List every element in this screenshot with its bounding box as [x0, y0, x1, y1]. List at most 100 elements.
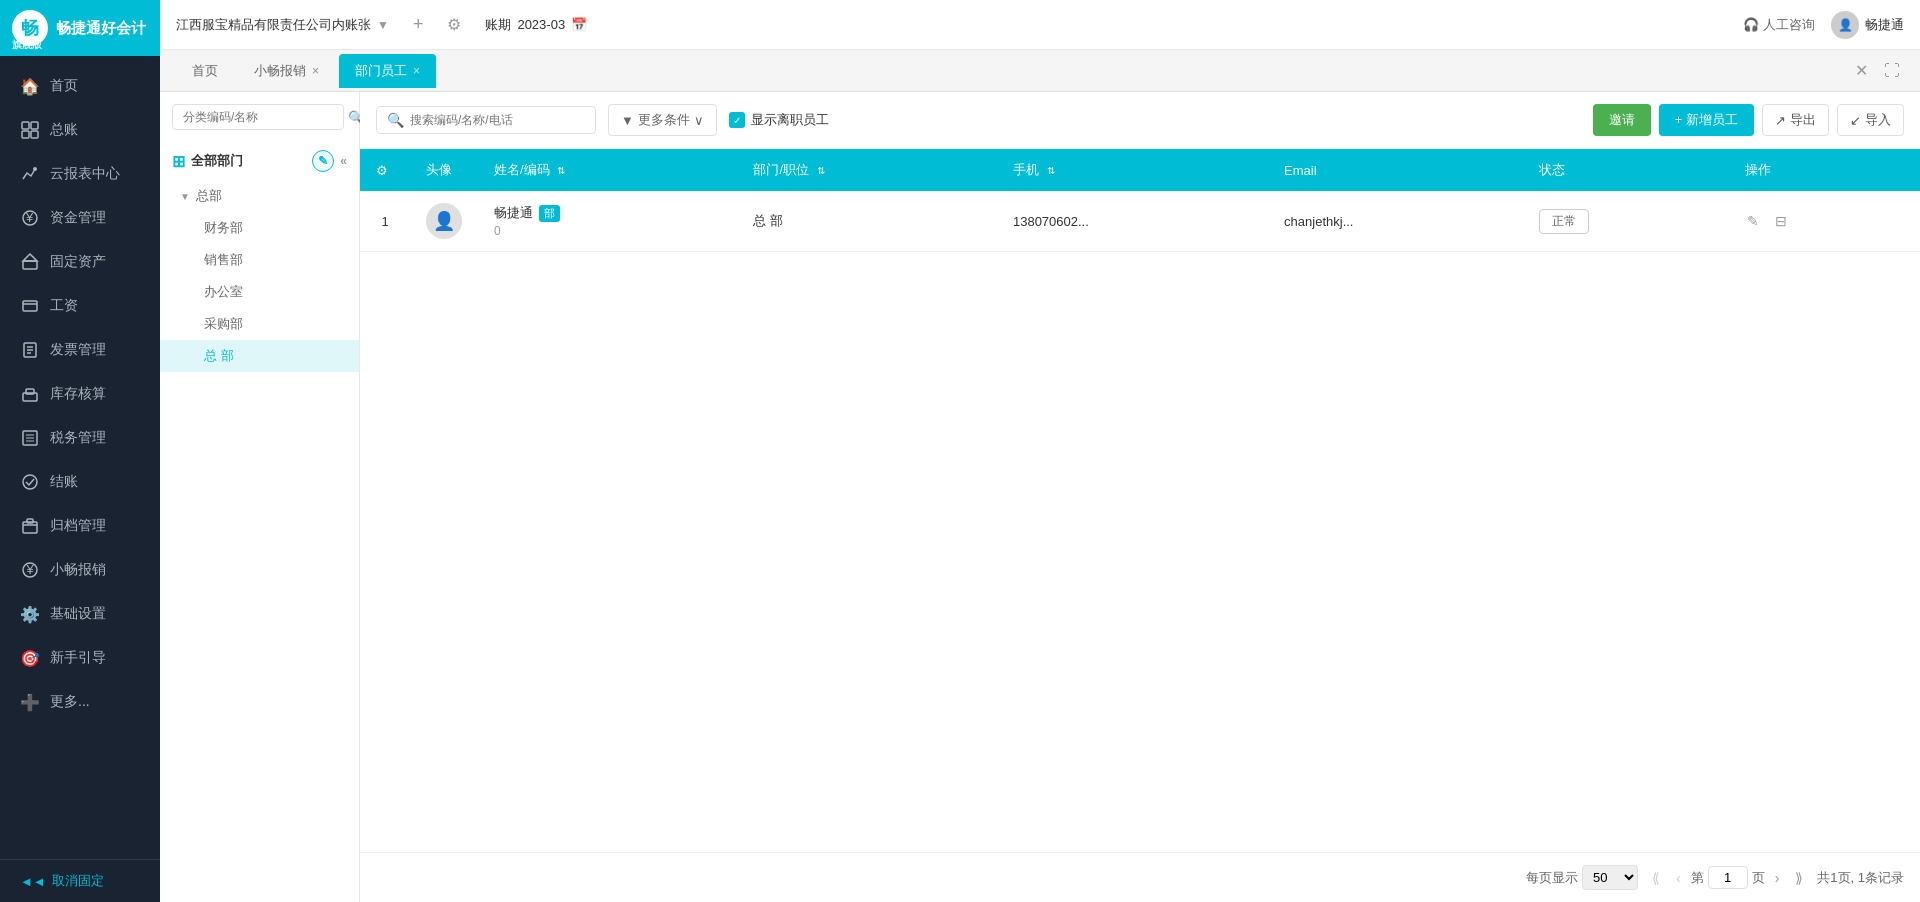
- tab-report-close[interactable]: ×: [312, 64, 319, 78]
- th-dept[interactable]: 部门/职位 ⇅: [737, 149, 996, 191]
- help-btn[interactable]: 🎧 人工咨询: [1743, 16, 1815, 34]
- invite-btn[interactable]: 邀请: [1593, 104, 1651, 136]
- dept-child-general[interactable]: 总 部: [160, 340, 359, 372]
- topbar-right: 🎧 人工咨询 👤 畅捷通: [1743, 11, 1904, 39]
- user-name: 畅捷通: [1865, 16, 1904, 34]
- closing-icon: [20, 472, 40, 492]
- unpin-label: 取消固定: [52, 872, 104, 890]
- sidebar-item-archive[interactable]: 归档管理: [0, 504, 160, 548]
- table-footer: 每页显示 50 100 200 ⟪ ‹ 第 页 ›: [360, 852, 1920, 902]
- dept-all[interactable]: ⊞ 全部部门 ✎ «: [160, 142, 359, 180]
- sidebar-item-label: 工资: [50, 297, 78, 315]
- svg-text:¥: ¥: [26, 562, 35, 577]
- sidebar-item-guide[interactable]: 🎯 新手引导: [0, 636, 160, 680]
- add-employee-btn[interactable]: + 新增员工: [1659, 104, 1754, 136]
- svg-rect-3: [31, 131, 38, 138]
- tab-report[interactable]: 小畅报销 ×: [238, 54, 335, 88]
- period-label: 账期: [485, 16, 511, 34]
- next-page-btn[interactable]: ›: [1769, 868, 1786, 888]
- user-menu[interactable]: 👤 畅捷通: [1831, 11, 1904, 39]
- sidebar-item-more[interactable]: ➕ 更多...: [0, 680, 160, 724]
- sidebar-item-fixed[interactable]: 固定资产: [0, 240, 160, 284]
- period-value: 2023-03: [517, 17, 565, 32]
- sidebar-item-closing[interactable]: 结账: [0, 460, 160, 504]
- sidebar-item-label: 总账: [50, 121, 78, 139]
- th-name[interactable]: 姓名/编码 ⇅: [478, 149, 737, 191]
- th-settings[interactable]: ⚙: [360, 149, 410, 191]
- search-icon: 🔍: [387, 112, 404, 128]
- close-tab-btn[interactable]: ✕: [1851, 57, 1872, 84]
- period-selector[interactable]: 账期 2023-03 📅: [485, 16, 587, 34]
- unpin-btn[interactable]: ◄◄ 取消固定: [0, 859, 160, 902]
- import-label: 导入: [1865, 111, 1891, 129]
- sort-icon: ⇅: [817, 165, 825, 176]
- page-content: 🔍 ⊞ 全部部门 ✎ « 总部 财务部 销售部 办公室 采购部 总 部: [160, 92, 1920, 902]
- dept-child-purchase[interactable]: 采购部: [160, 308, 359, 340]
- sidebar-item-expense[interactable]: ¥ 小畅报销: [0, 548, 160, 592]
- first-page-btn[interactable]: ⟪: [1646, 868, 1666, 888]
- sidebar-item-label: 更多...: [50, 693, 90, 711]
- dept-edit-btn[interactable]: ✎: [312, 150, 334, 172]
- dept-all-left: ⊞ 全部部门: [172, 152, 243, 171]
- tab-report-label: 小畅报销: [254, 62, 306, 80]
- svg-point-4: [33, 167, 37, 171]
- sidebar-item-label: 结账: [50, 473, 78, 491]
- per-page-select[interactable]: 50 100 200: [1582, 865, 1638, 890]
- row-name-code: 畅捷通 部 0: [478, 191, 737, 252]
- sidebar-item-tax[interactable]: 税务管理: [0, 416, 160, 460]
- delete-btn[interactable]: ⊟: [1773, 211, 1789, 231]
- sidebar-item-settings[interactable]: ⚙️ 基础设置: [0, 592, 160, 636]
- sidebar-item-finance[interactable]: ¥ 资金管理: [0, 196, 160, 240]
- show-resigned-label: 显示离职员工: [751, 111, 829, 129]
- import-btn[interactable]: ↙ 导入: [1837, 104, 1904, 136]
- sidebar-item-label: 发票管理: [50, 341, 106, 359]
- last-page-btn[interactable]: ⟫: [1789, 868, 1809, 888]
- row-status: 正常: [1523, 191, 1729, 252]
- settings-icon: ⚙️: [20, 604, 40, 624]
- tab-home[interactable]: 首页: [176, 54, 234, 88]
- prev-page-btn[interactable]: ‹: [1670, 868, 1687, 888]
- sidebar-item-reports[interactable]: 云报表中心: [0, 152, 160, 196]
- sidebar-item-salary[interactable]: 工资: [0, 284, 160, 328]
- sidebar-item-label: 基础设置: [50, 605, 106, 623]
- resigned-checkbox[interactable]: ✓: [729, 112, 745, 128]
- company-selector[interactable]: 江西服宝精品有限责任公司内账张 ▼: [176, 16, 389, 34]
- company-name: 江西服宝精品有限责任公司内账张: [176, 16, 371, 34]
- tab-dept[interactable]: 部门员工 ×: [339, 54, 436, 88]
- inventory-icon: [20, 384, 40, 404]
- dept-parent-zongbu[interactable]: 总部: [160, 180, 359, 212]
- settings-btn[interactable]: ⚙: [447, 15, 461, 34]
- sidebar-item-label: 新手引导: [50, 649, 106, 667]
- employee-search-box: 🔍: [376, 106, 596, 134]
- add-company-btn[interactable]: +: [405, 14, 432, 35]
- row-email: chanjethkj...: [1268, 191, 1523, 252]
- status-badge: 正常: [1539, 209, 1589, 234]
- calendar-icon: 📅: [571, 17, 587, 32]
- show-resigned[interactable]: ✓ 显示离职员工: [729, 111, 829, 129]
- export-btn[interactable]: ↗ 导出: [1762, 104, 1829, 136]
- row-avatar: 👤: [410, 191, 478, 252]
- th-dept-label: 部门/职位: [753, 162, 809, 177]
- expense-icon: ¥: [20, 560, 40, 580]
- dept-child-sales[interactable]: 销售部: [160, 244, 359, 276]
- dept-group: 总部 财务部 销售部 办公室 采购部 总 部: [160, 180, 359, 372]
- th-phone[interactable]: 手机 ⇅: [997, 149, 1268, 191]
- tab-bar: 首页 小畅报销 × 部门员工 × ✕ ⛶: [160, 50, 1920, 92]
- page-number-input[interactable]: [1708, 866, 1748, 889]
- sidebar-item-ledger[interactable]: 总账: [0, 108, 160, 152]
- fixed-icon: [20, 252, 40, 272]
- sidebar-item-home[interactable]: 🏠 首页: [0, 64, 160, 108]
- edit-btn[interactable]: ✎: [1745, 211, 1761, 231]
- dept-child-finance[interactable]: 财务部: [160, 212, 359, 244]
- tab-dept-label: 部门员工: [355, 62, 407, 80]
- dept-collapse-btn[interactable]: «: [340, 154, 347, 168]
- sidebar-item-invoice[interactable]: 发票管理: [0, 328, 160, 372]
- sidebar-item-inventory[interactable]: 库存核算: [0, 372, 160, 416]
- tab-home-label: 首页: [192, 62, 218, 80]
- expand-tab-btn[interactable]: ⛶: [1880, 58, 1904, 84]
- dept-child-office[interactable]: 办公室: [160, 276, 359, 308]
- tab-dept-close[interactable]: ×: [413, 64, 420, 78]
- filter-btn[interactable]: ▼ 更多条件 ∨: [608, 104, 717, 136]
- employee-search-input[interactable]: [410, 113, 585, 127]
- dept-search-input[interactable]: [172, 104, 344, 130]
